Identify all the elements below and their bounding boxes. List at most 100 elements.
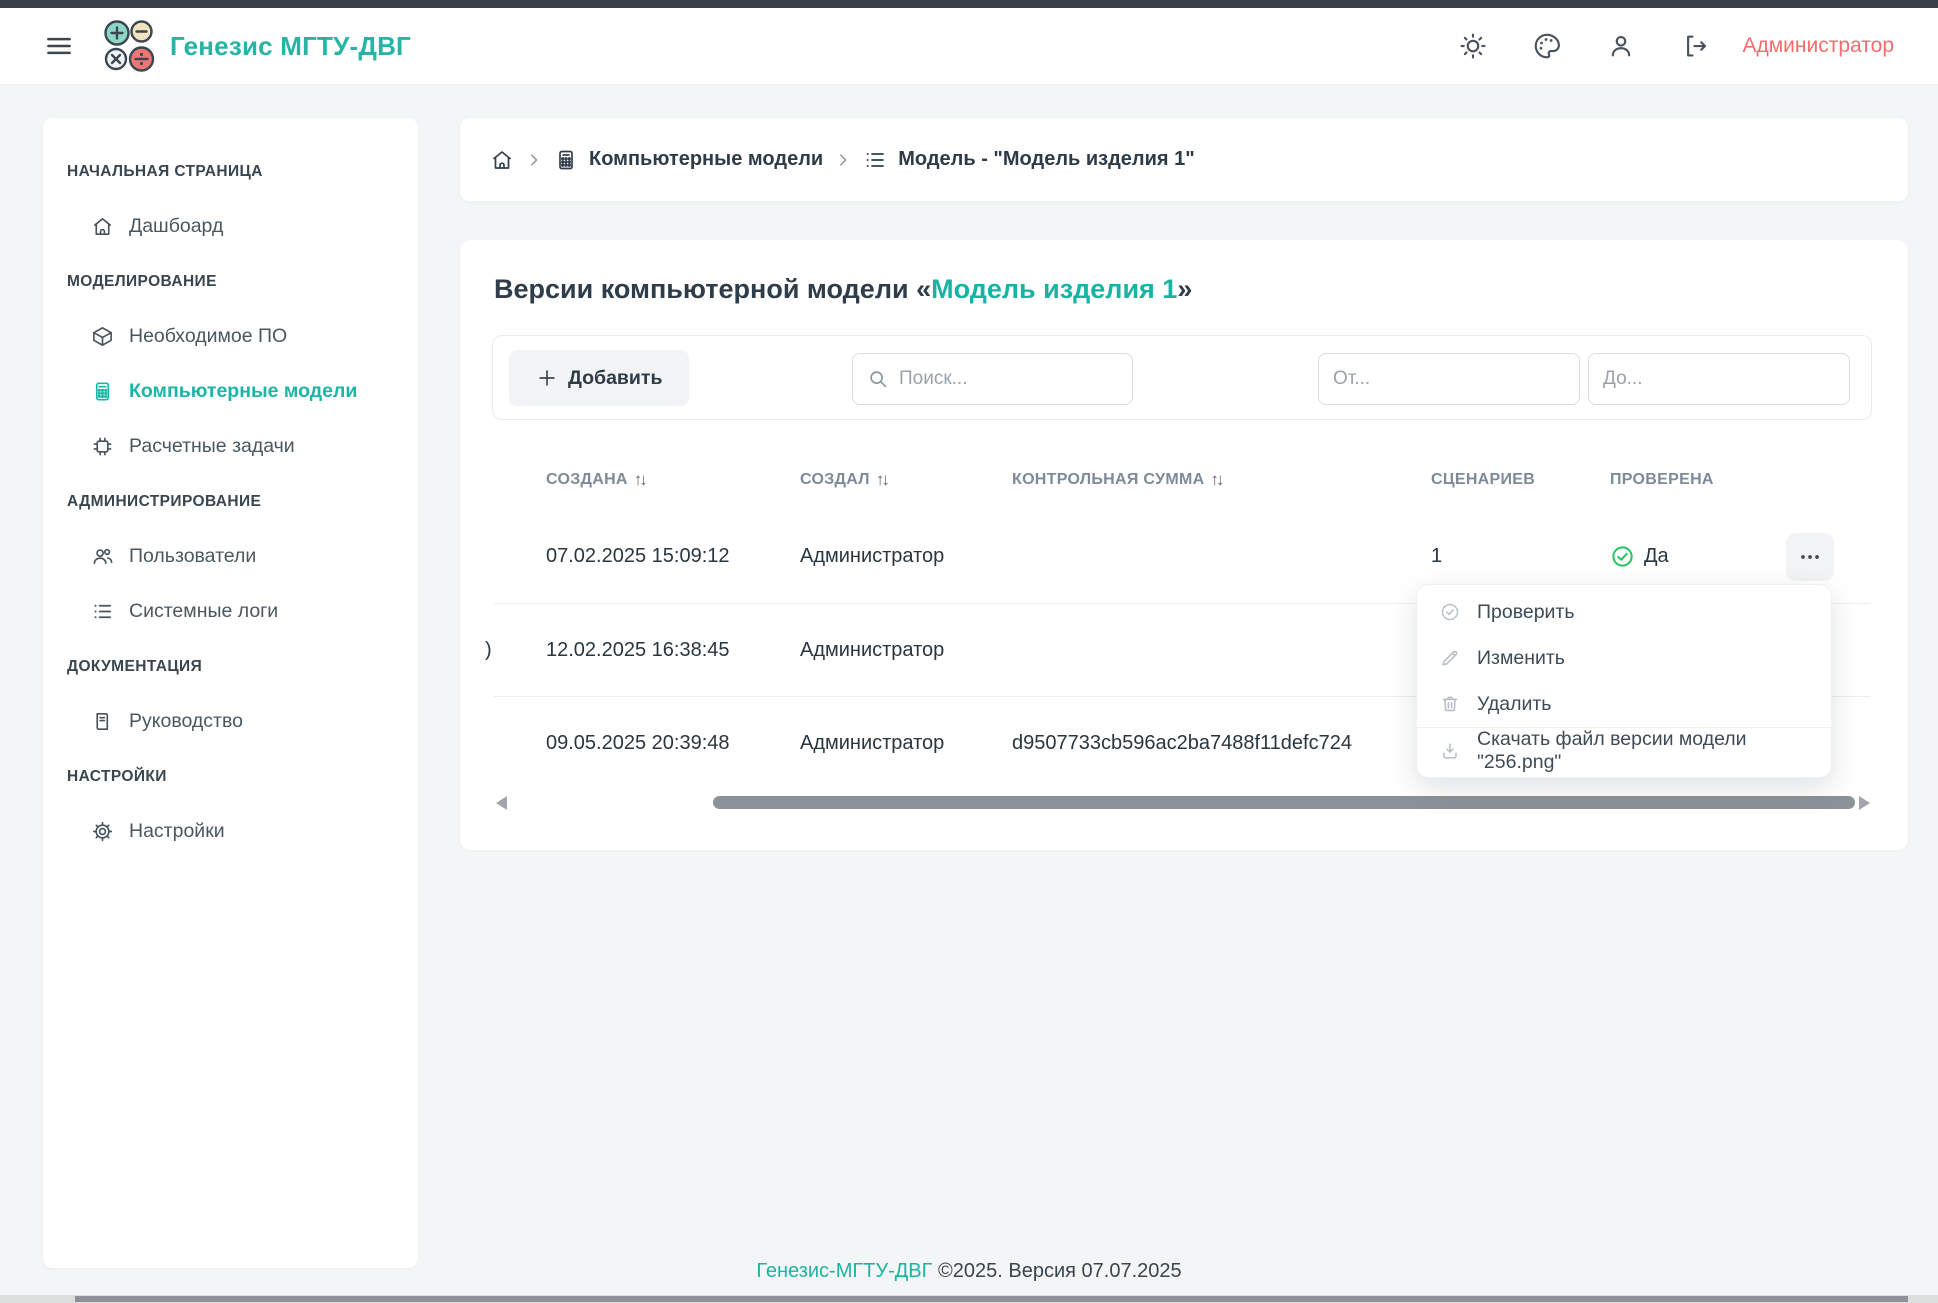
calculator-icon (91, 380, 114, 403)
list-icon (863, 148, 887, 172)
versions-card: Версии компьютерной модели «Модель издел… (460, 240, 1908, 850)
sort-arrows-icon[interactable]: ↑↓ (876, 470, 890, 490)
sidebar-item[interactable]: Системные логи (43, 584, 418, 639)
app-header: Генезис МГТУ-ДВГ Администратор (0, 8, 1938, 85)
logout-icon[interactable] (1680, 31, 1710, 61)
users-icon (91, 545, 114, 568)
page-horizontal-scrollbar[interactable] (0, 1295, 1938, 1303)
context-menu-item[interactable]: Изменить (1417, 635, 1831, 681)
context-menu-item[interactable]: Удалить (1417, 681, 1831, 727)
cell-created: 09.05.2025 20:39:48 (546, 731, 730, 754)
context-menu-item[interactable]: Скачать файл версии модели "256.png" (1417, 727, 1831, 773)
calculator-icon (554, 148, 578, 172)
user-icon[interactable] (1606, 31, 1636, 61)
cell-verified: Да (1610, 544, 1786, 569)
search-input[interactable] (899, 368, 1118, 390)
breadcrumb-current: Модель - "Модель изделия 1" (898, 148, 1195, 170)
cell-checksum: d9507733cb596ac2ba7488f11defc724 (1012, 731, 1352, 754)
delete-icon (1439, 693, 1461, 715)
window-top-strip (0, 0, 1938, 8)
current-user-label[interactable]: Администратор (1742, 34, 1894, 58)
sidebar-item-label: Руководство (129, 710, 243, 732)
table-header-row: СОЗДАНА ↑↓ СОЗДАЛ ↑↓ КОНТРОЛЬНАЯ СУММА ↑↓ СЦЕН… (494, 450, 1870, 510)
breadcrumb-models-link[interactable]: Компьютерные модели (589, 148, 823, 171)
column-header[interactable]: СОЗДАНА ↑↓ (546, 470, 800, 490)
column-header[interactable]: КОНТРОЛЬНАЯ СУММА ↑↓ (1012, 470, 1431, 490)
sidebar-item[interactable]: Руководство (43, 694, 418, 749)
add-version-button[interactable]: Добавить (509, 350, 690, 406)
sidebar-section-label: НАЧАЛЬНАЯ СТРАНИЦА (67, 162, 263, 180)
plus-icon (536, 367, 558, 389)
cell-created: 12.02.2025 16:38:45 (546, 638, 730, 661)
sidebar-item-label: Настройки (129, 820, 225, 842)
row-context-menu: Проверить Изменить Удалить Скачать файл вер… (1416, 584, 1832, 778)
footer-brand-link[interactable]: Генезис-МГТУ-ДВГ (756, 1260, 932, 1282)
cell-actions (1786, 532, 1870, 581)
sidebar-item[interactable]: Дашбоард (43, 199, 418, 254)
row-menu-button[interactable] (1786, 532, 1834, 581)
breadcrumb: Компьютерные модели Модель - "Модель изд… (490, 148, 1195, 172)
edit-icon (1439, 647, 1461, 669)
date-to-field (1588, 353, 1850, 405)
home-icon (91, 215, 114, 238)
sidebar-section-label: НАСТРОЙКИ (67, 767, 167, 785)
sidebar-item-label: Компьютерные модели (129, 380, 358, 402)
context-menu-item-label: Скачать файл версии модели "256.png" (1477, 727, 1747, 773)
sidebar-section-label: ДОКУМЕНТАЦИЯ (67, 657, 203, 675)
app-logo-icon (102, 19, 156, 73)
date-from-input[interactable] (1333, 368, 1565, 390)
context-menu-item[interactable]: Проверить (1417, 589, 1831, 635)
sidebar-item[interactable]: Расчетные задачи (43, 419, 418, 474)
palette-icon[interactable] (1532, 31, 1562, 61)
sort-arrows-icon[interactable]: ↑↓ (1210, 470, 1224, 490)
check-circle-icon (1610, 544, 1635, 569)
chevron-right-icon (525, 151, 543, 169)
search-field (852, 353, 1133, 405)
sidebar-item[interactable]: Пользователи (43, 529, 418, 584)
model-name: Модель изделия 1 (931, 274, 1178, 304)
brand-title: Генезис МГТУ-ДВГ (170, 30, 411, 61)
sidebar-section-label: МОДЕЛИРОВАНИЕ (67, 272, 217, 290)
breadcrumb-card: Компьютерные модели Модель - "Модель изд… (460, 118, 1908, 201)
scrollbar-thumb[interactable] (713, 796, 1855, 809)
cell-scenarios: 1 (1431, 545, 1443, 567)
footer-version-text: ©2025. Версия 07.07.2025 (938, 1260, 1182, 1282)
sidebar-item-label: Дашбоард (129, 215, 224, 237)
verify-icon (1439, 601, 1461, 623)
page-title: Версии компьютерной модели «Модель издел… (494, 274, 1193, 304)
book-icon (91, 710, 114, 733)
sidebar-item[interactable]: Настройки (43, 804, 418, 859)
scroll-right-arrow-icon[interactable] (1859, 796, 1870, 810)
context-menu-item-label: Проверить (1477, 600, 1575, 623)
chevron-right-icon (834, 151, 852, 169)
sidebar-section-label: АДМИНИСТРИРОВАНИЕ (67, 492, 262, 510)
cell-author: Администратор (800, 545, 945, 567)
sidebar-item[interactable]: Необходимое ПО (43, 309, 418, 364)
scroll-left-arrow-icon[interactable] (496, 796, 507, 810)
date-from-field (1318, 353, 1580, 405)
clipped-cell-artifact: ) (485, 638, 492, 661)
sidebar-item-label: Пользователи (129, 545, 257, 567)
sidebar-item-label: Расчетные задачи (129, 435, 295, 457)
theme-sun-icon[interactable] (1458, 31, 1488, 61)
cell-created: 07.02.2025 15:09:12 (546, 545, 730, 567)
table-toolbar: Добавить (492, 335, 1872, 420)
sidebar-item[interactable]: Компьютерные модели (43, 364, 418, 419)
column-header[interactable]: СОЗДАЛ ↑↓ (800, 470, 1012, 490)
table-horizontal-scrollbar (494, 795, 1870, 811)
package-icon (91, 325, 114, 348)
footer: Генезис-МГТУ-ДВГ ©2025. Версия 07.07.202… (0, 1260, 1938, 1283)
cpu-icon (91, 435, 114, 458)
column-header: СЦЕНАРИЕВ (1431, 471, 1536, 488)
home-icon[interactable] (490, 148, 514, 172)
date-to-input[interactable] (1603, 368, 1835, 390)
sort-arrows-icon[interactable]: ↑↓ (634, 470, 648, 490)
menu-toggle-icon[interactable] (44, 31, 74, 61)
header-actions: Администратор (1458, 31, 1894, 61)
cell-author: Администратор (800, 638, 945, 661)
download-icon (1439, 740, 1461, 762)
column-header: ПРОВЕРЕНА (1610, 471, 1714, 488)
sidebar-nav: НАЧАЛЬНАЯ СТРАНИЦА Дашбоард МОДЕЛИРОВАНИЕ Н… (43, 118, 418, 1268)
context-menu-item-label: Изменить (1477, 646, 1565, 669)
page-scrollbar-thumb[interactable] (75, 1296, 1908, 1302)
